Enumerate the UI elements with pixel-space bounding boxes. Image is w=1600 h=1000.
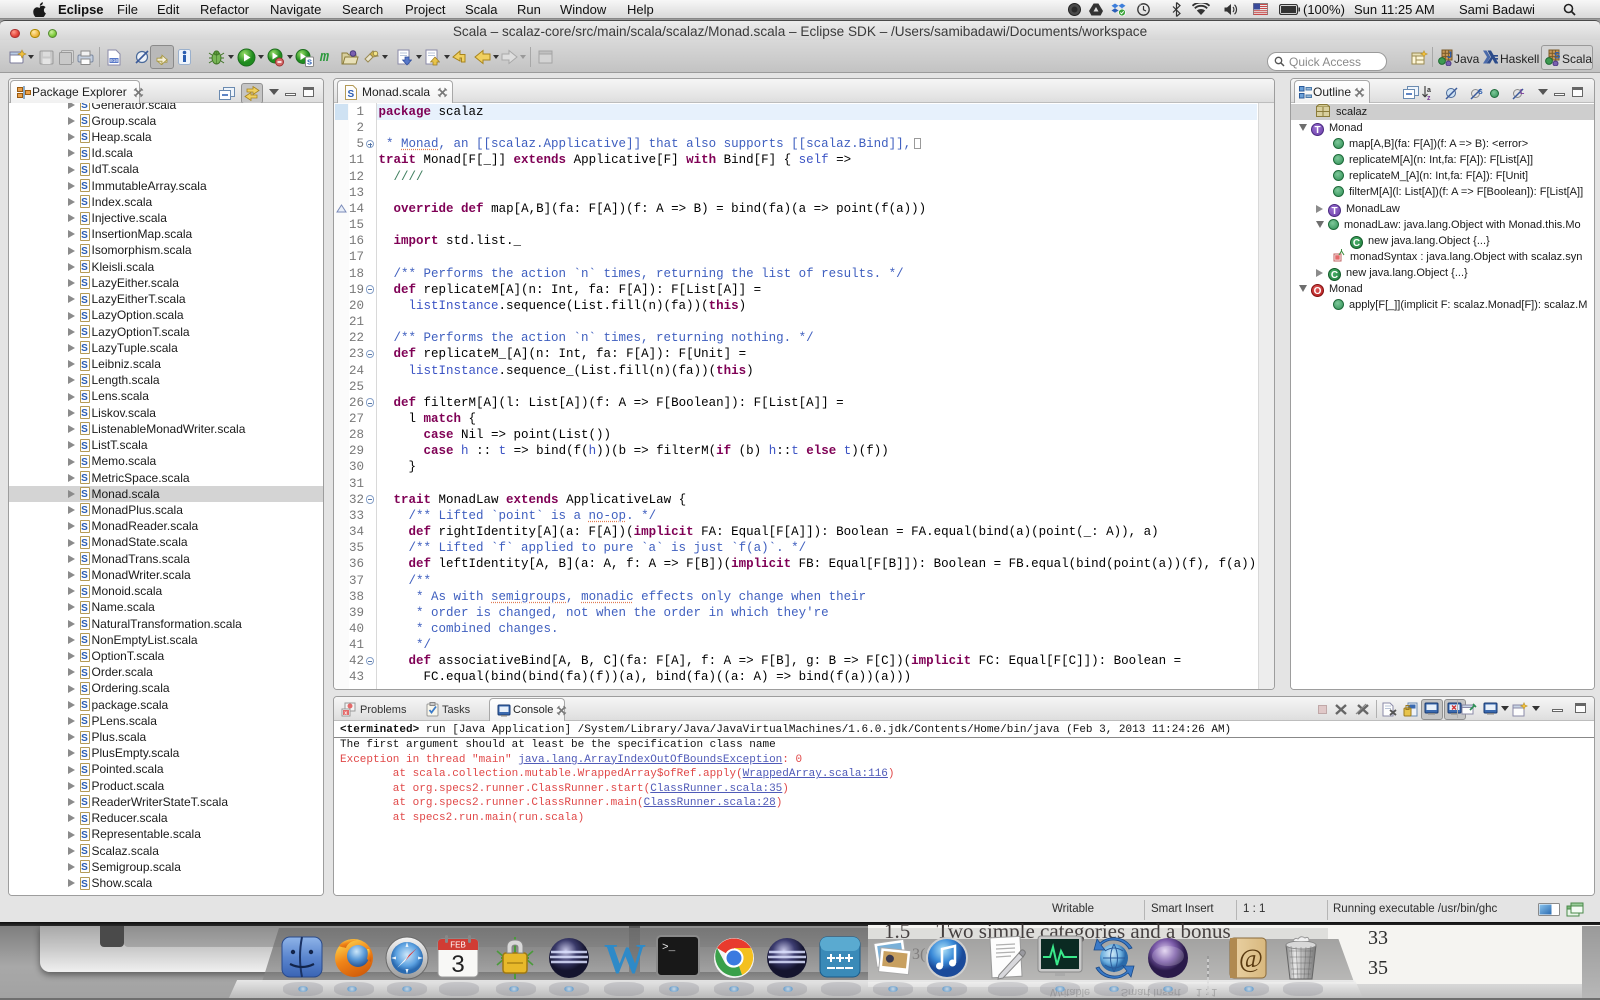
svg-text:S: S (307, 58, 312, 67)
svg-text:FEB: FEB (450, 941, 466, 950)
svg-text:>_: >_ (662, 942, 676, 954)
svg-text:S: S (1478, 89, 1483, 96)
svg-text:010: 010 (110, 58, 118, 64)
svg-text:J: J (1447, 50, 1452, 60)
svg-text:z: z (1427, 95, 1431, 101)
svg-text:3: 3 (451, 951, 464, 978)
svg-text:W: W (604, 937, 646, 981)
svg-text:L: L (1520, 89, 1525, 96)
svg-text:S: S (1554, 51, 1560, 62)
svg-text:a: a (1427, 87, 1431, 94)
svg-text:S: S (348, 89, 355, 100)
svg-text:@: @ (1239, 944, 1263, 973)
